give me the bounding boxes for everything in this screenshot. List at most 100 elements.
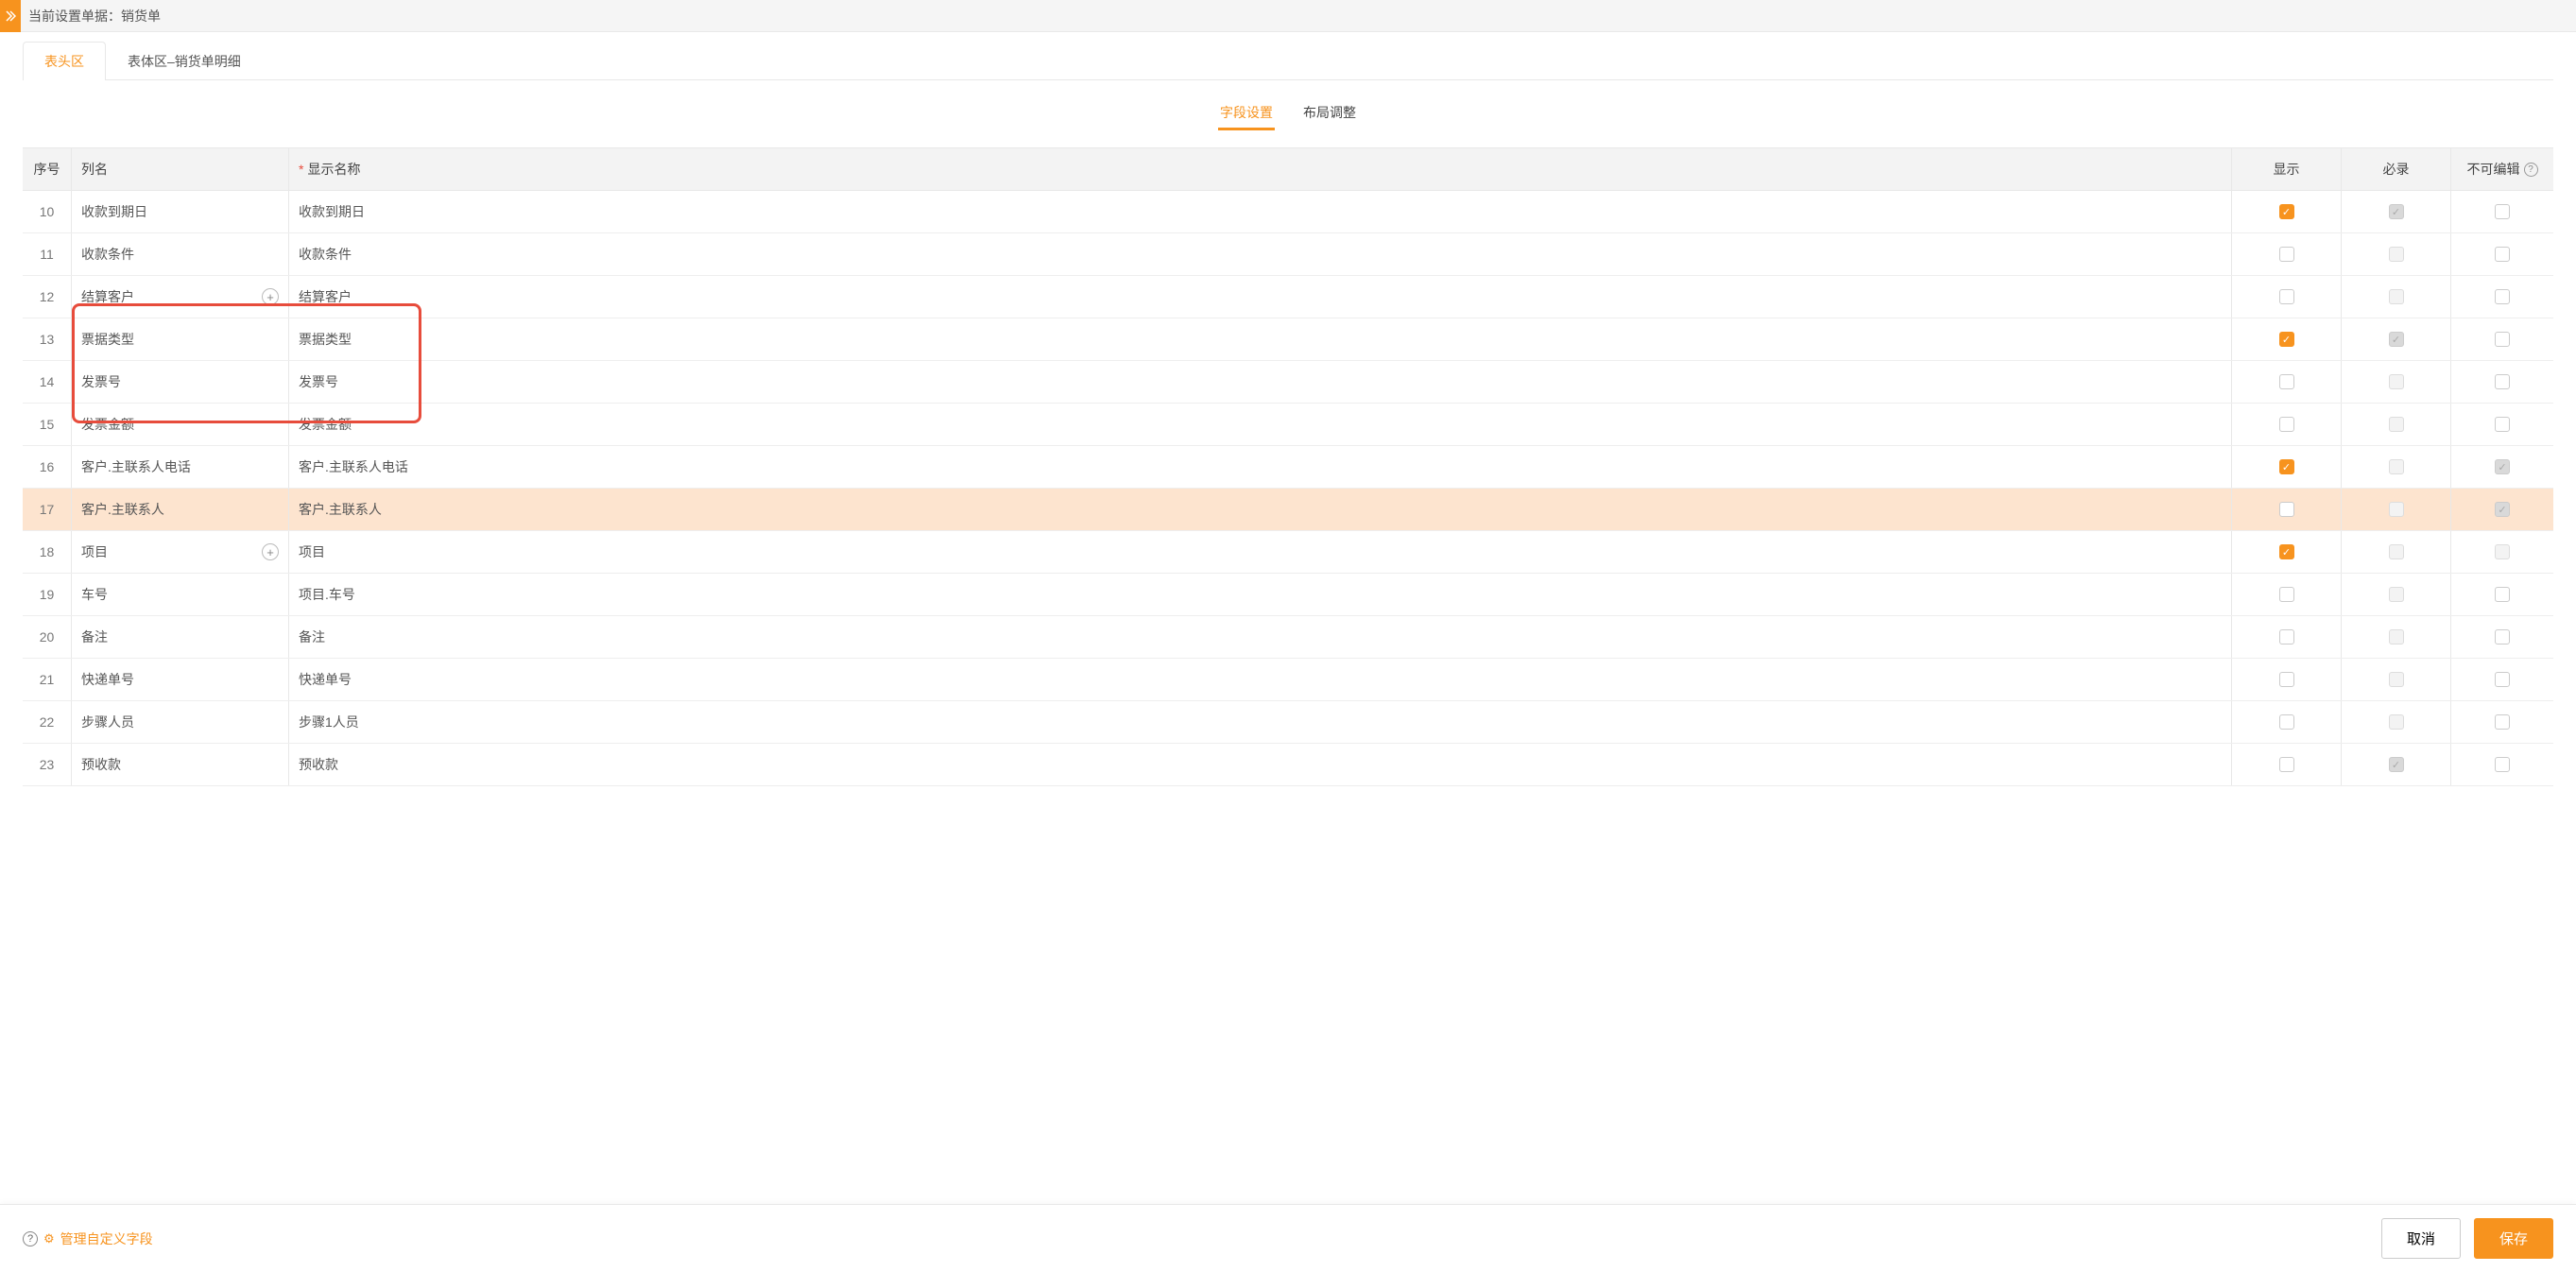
checkbox-show[interactable]: [2279, 544, 2294, 559]
manage-custom-fields-link[interactable]: 管理自定义字段: [60, 1229, 153, 1248]
collapse-panel-icon[interactable]: [0, 0, 21, 32]
cancel-button[interactable]: 取消: [2381, 1218, 2461, 1259]
cell-locked: [2451, 744, 2553, 785]
colname-text: 备注: [81, 627, 108, 646]
cell-dispname[interactable]: 收款条件: [289, 233, 2232, 275]
cell-dispname[interactable]: 客户.主联系人电话: [289, 446, 2232, 488]
checkbox-locked[interactable]: [2495, 587, 2510, 602]
colname-text: 客户.主联系人: [81, 500, 164, 519]
cell-required: [2342, 744, 2451, 785]
cell-required: [2342, 531, 2451, 573]
cell-dispname[interactable]: 客户.主联系人: [289, 489, 2232, 530]
gear-icon: ⚙: [43, 1231, 55, 1246]
cell-show: [2232, 744, 2342, 785]
tab-primary-0[interactable]: 表头区: [23, 42, 106, 80]
th-show: 显示: [2232, 148, 2342, 190]
cell-colname: 步骤人员: [72, 701, 289, 743]
checkbox-locked[interactable]: [2495, 417, 2510, 432]
checkbox-show[interactable]: [2279, 587, 2294, 602]
checkbox-show[interactable]: [2279, 629, 2294, 645]
checkbox-show[interactable]: [2279, 459, 2294, 474]
checkbox-locked[interactable]: [2495, 757, 2510, 772]
checkbox-locked[interactable]: [2495, 289, 2510, 304]
checkbox-locked[interactable]: [2495, 672, 2510, 687]
checkbox-required: [2389, 544, 2404, 559]
checkbox-locked[interactable]: [2495, 332, 2510, 347]
checkbox-show[interactable]: [2279, 757, 2294, 772]
cell-dispname[interactable]: 发票金额: [289, 404, 2232, 445]
table-row: 17客户.主联系人客户.主联系人: [23, 489, 2553, 531]
checkbox-show[interactable]: [2279, 417, 2294, 432]
table-row: 11收款条件收款条件: [23, 233, 2553, 276]
checkbox-locked[interactable]: [2495, 629, 2510, 645]
checkbox-show[interactable]: [2279, 247, 2294, 262]
checkbox-show[interactable]: [2279, 374, 2294, 389]
cell-seq: 19: [23, 574, 72, 615]
cell-show: [2232, 616, 2342, 658]
colname-text: 发票号: [81, 372, 121, 391]
cell-colname: 发票金额: [72, 404, 289, 445]
banner-label: 当前设置单据：: [28, 7, 121, 26]
tab-secondary-0[interactable]: 字段设置: [1218, 97, 1275, 130]
checkbox-required: [2389, 757, 2404, 772]
cell-seq: 22: [23, 701, 72, 743]
checkbox-locked[interactable]: [2495, 247, 2510, 262]
cell-seq: 18: [23, 531, 72, 573]
tab-primary-1[interactable]: 表体区–销货单明细: [106, 42, 263, 80]
checkbox-show[interactable]: [2279, 332, 2294, 347]
cell-dispname[interactable]: 收款到期日: [289, 191, 2232, 232]
cell-dispname[interactable]: 项目: [289, 531, 2232, 573]
add-child-button[interactable]: +: [262, 543, 279, 560]
th-colname: 列名: [72, 148, 289, 190]
cell-required: [2342, 361, 2451, 403]
cell-dispname[interactable]: 备注: [289, 616, 2232, 658]
cell-show: [2232, 191, 2342, 232]
checkbox-show[interactable]: [2279, 204, 2294, 219]
cell-colname: 结算客户+: [72, 276, 289, 318]
colname-text: 步骤人员: [81, 713, 134, 731]
cell-dispname[interactable]: 预收款: [289, 744, 2232, 785]
cell-seq: 10: [23, 191, 72, 232]
help-icon[interactable]: ?: [2524, 163, 2538, 177]
cell-required: [2342, 276, 2451, 318]
cell-required: [2342, 446, 2451, 488]
checkbox-show[interactable]: [2279, 502, 2294, 517]
checkbox-required: [2389, 459, 2404, 474]
checkbox-show[interactable]: [2279, 289, 2294, 304]
tab-secondary-1[interactable]: 布局调整: [1301, 97, 1358, 130]
cell-dispname[interactable]: 项目.车号: [289, 574, 2232, 615]
cell-dispname[interactable]: 步骤1人员: [289, 701, 2232, 743]
checkbox-locked: [2495, 502, 2510, 517]
page-banner: 当前设置单据： 销货单: [0, 0, 2576, 32]
cell-colname: 备注: [72, 616, 289, 658]
cell-required: [2342, 701, 2451, 743]
cell-show: [2232, 574, 2342, 615]
colname-text: 预收款: [81, 755, 121, 774]
colname-text: 项目: [81, 542, 108, 561]
checkbox-locked[interactable]: [2495, 714, 2510, 730]
cell-colname: 客户.主联系人电话: [72, 446, 289, 488]
checkbox-locked: [2495, 544, 2510, 559]
table-row: 19车号项目.车号: [23, 574, 2553, 616]
checkbox-locked[interactable]: [2495, 204, 2510, 219]
cell-required: [2342, 659, 2451, 700]
checkbox-locked: [2495, 459, 2510, 474]
cell-show: [2232, 701, 2342, 743]
cell-dispname[interactable]: 结算客户: [289, 276, 2232, 318]
checkbox-show[interactable]: [2279, 714, 2294, 730]
add-child-button[interactable]: +: [262, 288, 279, 305]
cell-show: [2232, 276, 2342, 318]
cell-colname: 票据类型: [72, 318, 289, 360]
footer-help-icon[interactable]: ?: [23, 1231, 38, 1246]
cell-seq: 11: [23, 233, 72, 275]
th-locked: 不可编辑 ?: [2451, 148, 2553, 190]
cell-colname: 发票号: [72, 361, 289, 403]
cell-dispname[interactable]: 快递单号: [289, 659, 2232, 700]
cell-dispname[interactable]: 发票号: [289, 361, 2232, 403]
checkbox-show[interactable]: [2279, 672, 2294, 687]
save-button[interactable]: 保存: [2474, 1218, 2553, 1259]
cell-colname: 客户.主联系人: [72, 489, 289, 530]
cell-dispname[interactable]: 票据类型: [289, 318, 2232, 360]
checkbox-locked[interactable]: [2495, 374, 2510, 389]
cell-locked: [2451, 276, 2553, 318]
